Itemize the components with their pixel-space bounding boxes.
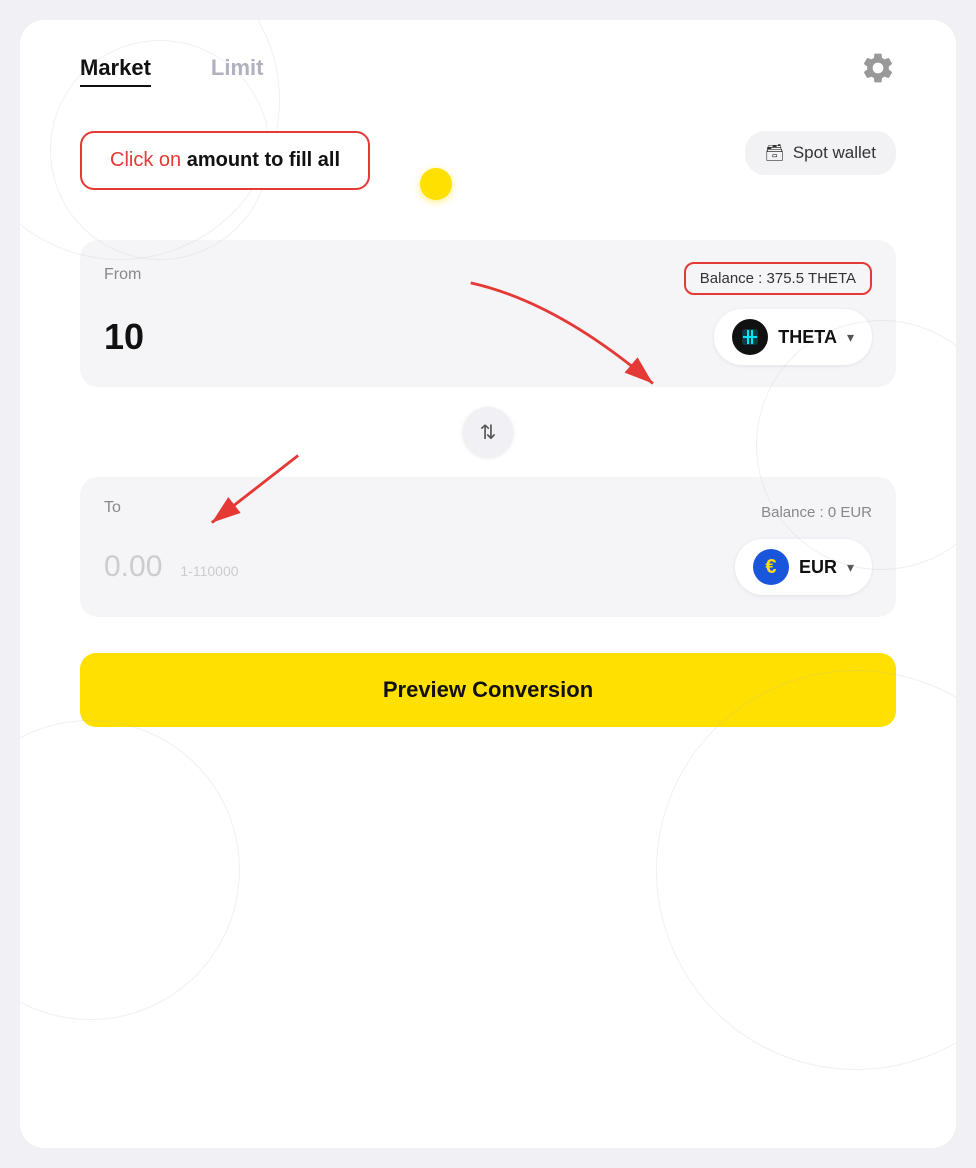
eur-icon: €	[753, 549, 789, 585]
to-currency-selector[interactable]: € EUR ▾	[735, 539, 872, 595]
to-panel-bottom: 0.00 1-110000 € EUR ▾	[104, 539, 872, 595]
spot-wallet-label: Spot wallet	[793, 143, 876, 163]
swap-button[interactable]: ⇅	[463, 407, 513, 457]
from-panel-top: From Balance : 375.5 THETA	[104, 262, 872, 295]
main-container: Market Limit Click on amount to fill all…	[20, 20, 956, 1148]
from-currency-name: THETA	[778, 327, 837, 348]
from-balance[interactable]: Balance : 375.5 THETA	[684, 262, 872, 295]
tab-limit[interactable]: Limit	[211, 55, 264, 87]
tabs: Market Limit	[80, 55, 263, 87]
from-label: From	[104, 266, 141, 284]
preview-conversion-button[interactable]: Preview Conversion	[80, 653, 896, 727]
hint-text: amount to fill all	[187, 149, 340, 171]
swap-icon: ⇅	[480, 420, 497, 445]
tab-market[interactable]: Market	[80, 55, 151, 87]
theta-icon	[732, 319, 768, 355]
swap-row: ⇅	[80, 407, 896, 457]
to-panel-top: To Balance : 0 EUR	[104, 499, 872, 525]
from-amount[interactable]: 10	[104, 316, 144, 358]
to-panel: To Balance : 0 EUR 0.00 1-110000 € EUR ▾	[80, 477, 896, 617]
from-panel: From Balance : 375.5 THETA 10 THETA ▾	[80, 240, 896, 387]
click-hint-box[interactable]: Click on amount to fill all	[80, 131, 370, 190]
to-chevron-icon: ▾	[847, 559, 854, 576]
to-amount[interactable]: 0.00	[104, 550, 162, 584]
wallet-icon: 🗃	[765, 143, 785, 163]
to-range-hint: 1-110000	[180, 563, 238, 579]
spot-wallet-button[interactable]: 🗃 Spot wallet	[745, 131, 896, 175]
settings-button[interactable]	[860, 50, 896, 91]
yellow-dot-indicator	[420, 168, 452, 200]
from-panel-bottom: 10 THETA ▾	[104, 309, 872, 365]
from-currency-selector[interactable]: THETA ▾	[714, 309, 872, 365]
from-chevron-icon: ▾	[847, 329, 854, 346]
hint-prefix: Click on	[110, 149, 187, 171]
tab-row: Market Limit	[80, 50, 896, 91]
to-balance: Balance : 0 EUR	[761, 504, 872, 521]
to-label: To	[104, 499, 121, 517]
to-currency-name: EUR	[799, 557, 837, 578]
annotation-row: Click on amount to fill all 🗃 Spot walle…	[80, 131, 896, 190]
